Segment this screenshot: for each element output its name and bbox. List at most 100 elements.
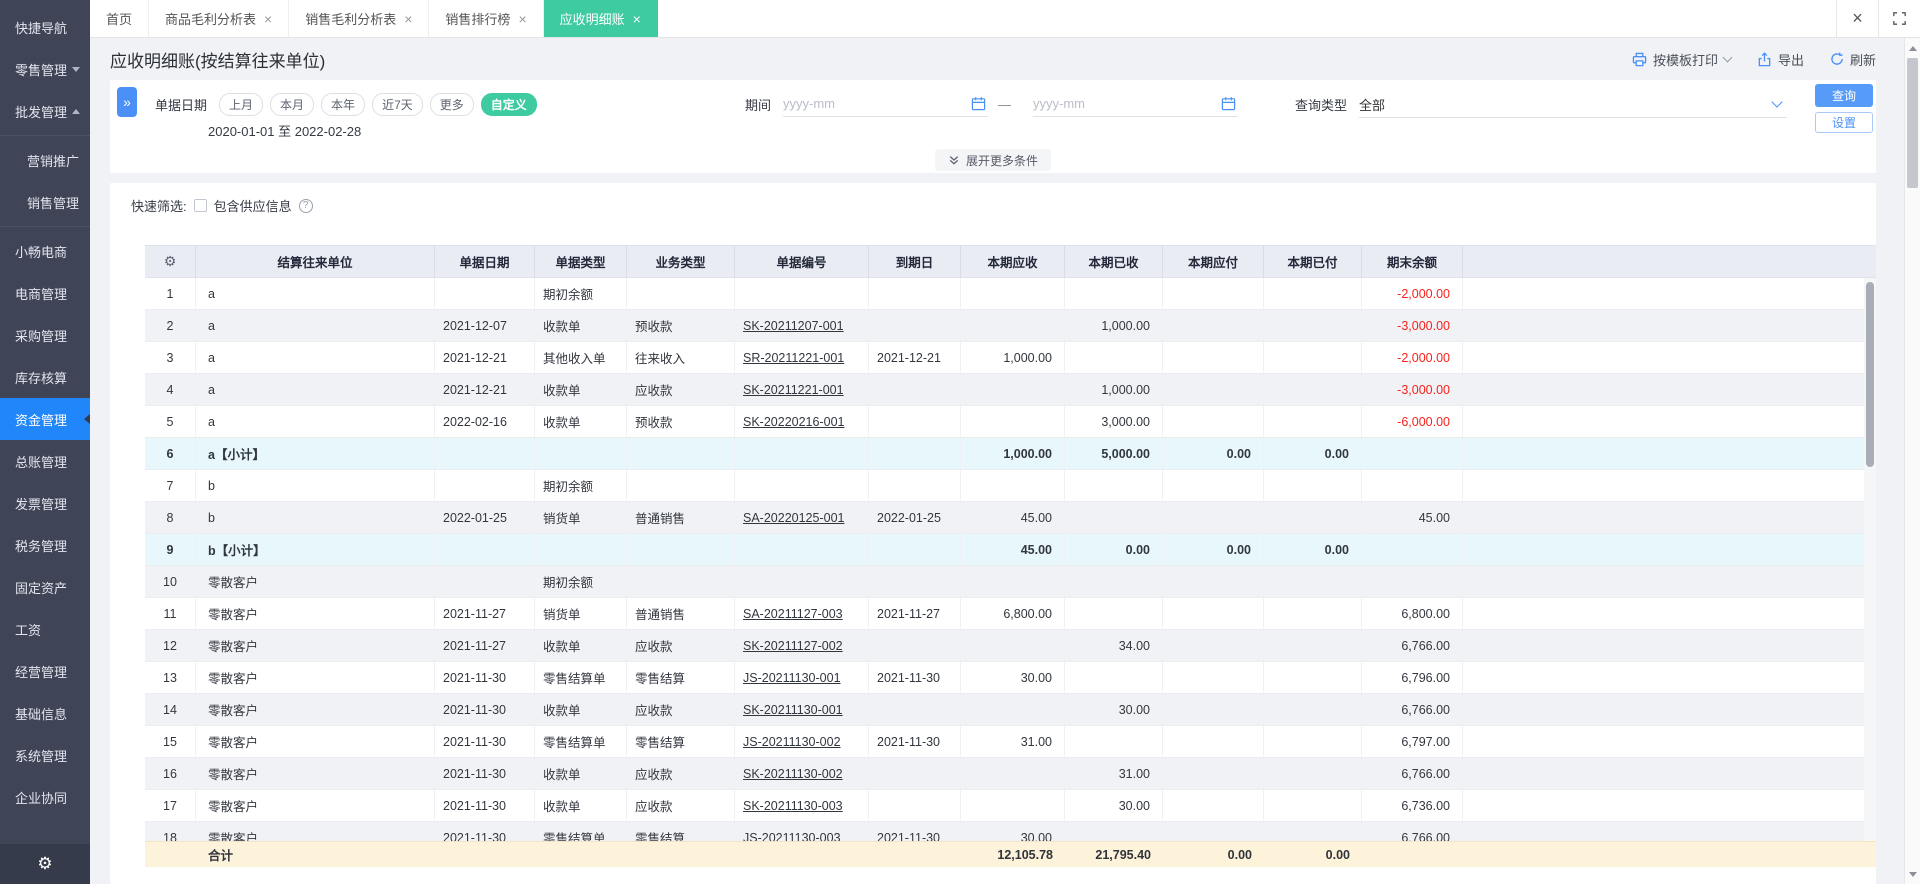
tab[interactable]: 应收明细账 ×	[543, 0, 658, 37]
sidebar-item[interactable]: 零售管理	[0, 48, 90, 90]
fullscreen-button[interactable]	[1878, 0, 1920, 37]
column-header[interactable]: 本期已收	[1065, 246, 1163, 277]
sidebar-item[interactable]: 采购管理	[0, 314, 90, 356]
sidebar-item-label: 零售管理	[15, 62, 68, 78]
sidebar-item[interactable]: 总账管理	[0, 440, 90, 482]
close-window-button[interactable]: ×	[1836, 0, 1878, 37]
page-scrollbar-thumb[interactable]	[1907, 58, 1918, 188]
doc-no-link[interactable]: SK-20211130-002	[743, 767, 843, 781]
column-header[interactable]: 期末余额	[1362, 246, 1463, 277]
doc-no-link[interactable]: SA-20211127-003	[743, 607, 843, 621]
period-end-field[interactable]	[1033, 91, 1239, 117]
column-header[interactable]: 到期日	[869, 246, 961, 277]
sidebar-item[interactable]: 工资	[0, 608, 90, 650]
column-header[interactable]: 本期已付	[1264, 246, 1362, 277]
table-row: 6 a【小计】 1,000.00 5,000.00 0.00 0.00	[145, 438, 1876, 470]
doc-no-link[interactable]: SK-20211130-003	[743, 799, 843, 813]
title-row: 应收明细账(按结算往来单位) 按模板打印 导出 刷新	[110, 38, 1876, 80]
scroll-up-button[interactable]	[1905, 40, 1920, 56]
column-header[interactable]: 本期应收	[961, 246, 1065, 277]
sidebar-item[interactable]: 电商管理	[0, 272, 90, 314]
collapse-filter-button[interactable]: »	[117, 87, 137, 117]
calendar-icon[interactable]	[1221, 96, 1236, 111]
sidebar-item[interactable]: 库存核算	[0, 356, 90, 398]
search-button[interactable]: 查询	[1815, 84, 1873, 107]
sidebar-item[interactable]: 小畅电商	[0, 230, 90, 272]
filter-buttons: 查询 设置	[1815, 84, 1873, 133]
column-settings-button[interactable]: ⚙	[145, 246, 196, 277]
page-scrollbar[interactable]	[1904, 38, 1920, 884]
doc-no-link[interactable]: SK-20211221-001	[743, 383, 844, 397]
sidebar-item[interactable]: 资金管理	[0, 398, 90, 440]
date-chip[interactable]: 近7天	[372, 93, 423, 116]
date-chip-custom[interactable]: 自定义	[480, 93, 537, 116]
query-type-select[interactable]: 全部	[1359, 91, 1787, 118]
range-separator: —	[998, 96, 1012, 112]
total-label: 合计	[208, 849, 234, 863]
column-header[interactable]: 单据编号	[735, 246, 869, 277]
column-header[interactable]: 单据类型	[535, 246, 627, 277]
chevron-up-icon	[72, 108, 81, 114]
tab[interactable]: 首页	[90, 0, 150, 37]
doc-no-link[interactable]: SK-20211130-001	[743, 703, 843, 717]
export-button[interactable]: 导出	[1757, 50, 1804, 69]
sidebar-item[interactable]: 税务管理	[0, 524, 90, 566]
page-title: 应收明细账(按结算往来单位)	[110, 51, 326, 71]
date-chip[interactable]: 上月	[219, 93, 264, 116]
doc-no-link[interactable]: JS-20211130-002	[743, 735, 841, 749]
tab-close-icon[interactable]: ×	[518, 12, 526, 26]
sidebar-item-label: 资金管理	[15, 412, 68, 428]
total-payable: 0.00	[1227, 847, 1252, 862]
tab-close-icon[interactable]: ×	[404, 12, 412, 26]
period-end-input[interactable]	[1033, 91, 1239, 116]
calendar-icon[interactable]	[971, 96, 986, 111]
settings-button[interactable]: 设置	[1815, 112, 1873, 133]
date-chip[interactable]: 本月	[270, 93, 315, 116]
doc-no-link[interactable]: SK-20211207-001	[743, 319, 844, 333]
column-header[interactable]: 单据日期	[435, 246, 535, 277]
sidebar-item[interactable]: 系统管理	[0, 734, 90, 776]
doc-no-link[interactable]: JS-20211130-003	[743, 831, 841, 842]
include-supply-checkbox[interactable]	[193, 199, 207, 212]
sidebar-item-label: 小畅电商	[15, 244, 68, 260]
scroll-down-button[interactable]	[1905, 866, 1920, 882]
sidebar-item[interactable]: 固定资产	[0, 566, 90, 608]
column-header[interactable]: 业务类型	[627, 246, 735, 277]
date-chip[interactable]: 更多	[429, 93, 474, 116]
tab[interactable]: 销售毛利分析表 ×	[289, 0, 430, 37]
period-start-field[interactable]	[783, 91, 989, 117]
tab[interactable]: 销售排行榜 ×	[429, 0, 544, 37]
sidebar-item[interactable]: 经营管理	[0, 650, 90, 692]
doc-no-link[interactable]: SK-20220216-001	[743, 415, 844, 429]
sidebar-item[interactable]: 营销推广	[0, 139, 90, 181]
doc-no-link[interactable]: SK-20211127-002	[743, 639, 843, 653]
expand-more-conditions[interactable]: 展开更多条件	[934, 149, 1052, 171]
table-header-row: ⚙ 结算往来单位 单据日期 单据类型 业务类型 单据编号 到期日 本期应收 本期已收 本期应付本…	[145, 245, 1876, 278]
table-total-row: 合计 12,105.78 21,795.40 0.00 0.00	[145, 841, 1876, 867]
refresh-button[interactable]: 刷新	[1830, 50, 1876, 69]
tab-close-icon[interactable]: ×	[633, 12, 641, 26]
table-row: 16 零散客户 2021-11-30 收款单 应收款 SK-20211130-002 31.…	[145, 758, 1876, 790]
sidebar-item[interactable]: 批发管理	[0, 90, 90, 132]
gear-icon[interactable]: ⚙	[37, 854, 52, 874]
tab-close-icon[interactable]: ×	[264, 12, 272, 26]
sidebar-item[interactable]: 快捷导航	[0, 6, 90, 48]
tab[interactable]: 商品毛利分析表 ×	[149, 0, 290, 37]
column-header[interactable]: 结算往来单位	[196, 246, 435, 277]
table-scrollbar-thumb[interactable]	[1866, 282, 1874, 467]
help-icon[interactable]: ?	[298, 198, 313, 213]
sidebar-item[interactable]: 销售管理	[0, 181, 90, 223]
doc-no-link[interactable]: SR-20211221-001	[743, 351, 844, 365]
sidebar-item[interactable]: 基础信息	[0, 692, 90, 734]
table-scrollbar[interactable]	[1864, 278, 1876, 841]
sidebar-item-label: 工资	[15, 622, 42, 638]
date-chip[interactable]: 本年	[321, 93, 366, 116]
period-start-input[interactable]	[783, 91, 989, 116]
doc-no-link[interactable]: JS-20211130-001	[743, 671, 841, 685]
table-row: 15 零散客户 2021-11-30 零售结算单 零售结算 JS-20211130-002…	[145, 726, 1876, 758]
sidebar-item[interactable]: 发票管理	[0, 482, 90, 524]
doc-no-link[interactable]: SA-20220125-001	[743, 511, 844, 525]
sidebar-item[interactable]: 企业协同	[0, 776, 90, 818]
column-header[interactable]: 本期应付	[1163, 246, 1264, 277]
print-by-template-button[interactable]: 按模板打印	[1632, 50, 1733, 69]
